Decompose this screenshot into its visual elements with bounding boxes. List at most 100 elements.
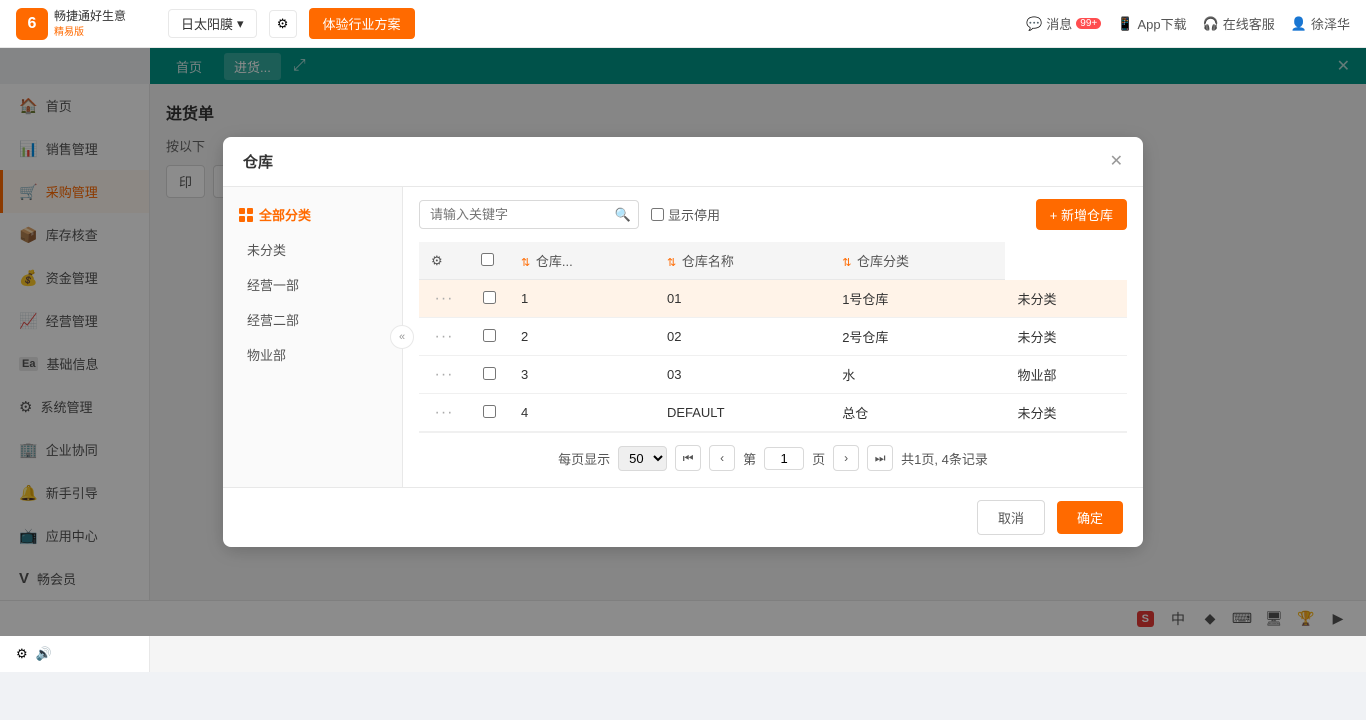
brand-badge: 精易版 (54, 23, 126, 38)
top-header: 6 畅捷通好生意 精易版 日太阳膜 ▾ ⚙ 体验行业方案 💬 消息 99+ 📱 … (0, 0, 1366, 48)
gear-icon: ⚙ (277, 16, 289, 32)
left-panel: 全部分类 未分类 经营一部 经营二部 物业部 « (223, 187, 403, 487)
grid-icon (239, 208, 253, 222)
category-item-property[interactable]: 物业部 (223, 337, 402, 372)
row-checkbox[interactable] (469, 280, 509, 318)
row-category: 未分类 (1005, 280, 1127, 318)
app-download-label: App下载 (1137, 14, 1186, 33)
show-disabled-checkbox[interactable] (651, 208, 664, 221)
th-category[interactable]: ⇅ 仓库分类 (830, 242, 1005, 280)
table-row[interactable]: ··· 3 03 水 物业部 (419, 356, 1127, 394)
row-category: 物业部 (1005, 356, 1127, 394)
all-categories-item[interactable]: 全部分类 (223, 197, 402, 232)
page-number-input[interactable] (764, 447, 804, 470)
mobile-icon: 📱 (1117, 16, 1133, 32)
pagination-bar: 每页显示 50 ⏮ ‹ 第 页 › ⏭ 共1页, 4条记录 (419, 432, 1127, 475)
modal-footer: 取消 确定 (223, 487, 1143, 547)
search-bar: 🔍 显示停用 + 新增仓库 (419, 199, 1127, 230)
row-name: 1号仓库 (830, 280, 1005, 318)
category-item-ops2[interactable]: 经营二部 (223, 302, 402, 337)
row-category: 未分类 (1005, 394, 1127, 432)
show-disabled-text: 显示停用 (668, 205, 720, 224)
header-settings-button[interactable]: ⚙ (269, 10, 297, 38)
headphone-icon: 🎧 (1203, 16, 1219, 32)
user-icon: 👤 (1291, 16, 1307, 32)
warehouse-modal: 仓库 ✕ 全部分类 未分类 经营一部 经营二部 物业部 « (223, 137, 1143, 547)
app-download-btn[interactable]: 📱 App下载 (1117, 14, 1186, 33)
logo-area: 6 畅捷通好生意 精易版 (16, 8, 156, 40)
right-panel: 🔍 显示停用 + 新增仓库 ⚙ (403, 187, 1143, 487)
row-settings[interactable]: ··· (419, 280, 469, 318)
row-checkbox[interactable] (469, 356, 509, 394)
modal-body: 全部分类 未分类 经营一部 经营二部 物业部 « 🔍 (223, 187, 1143, 487)
row-code: 03 (655, 356, 830, 394)
search-icon[interactable]: 🔍 (615, 207, 631, 223)
page-label: 第 (743, 449, 756, 468)
row-code: DEFAULT (655, 394, 830, 432)
total-label: 共1页, 4条记录 (901, 449, 988, 468)
customer-service-label: 在线客服 (1223, 14, 1275, 33)
store-name: 日太阳膜 (181, 14, 233, 33)
collapse-panel-button[interactable]: « (390, 325, 414, 349)
category-item-unclassified[interactable]: 未分类 (223, 232, 402, 267)
search-input-wrapper: 🔍 (419, 200, 639, 229)
customer-service-btn[interactable]: 🎧 在线客服 (1203, 14, 1275, 33)
trial-button[interactable]: 体验行业方案 (309, 8, 415, 39)
sidebar-bottom: ⚙ 🔊 (0, 635, 149, 672)
row-num: 3 (509, 356, 655, 394)
row-code: 01 (655, 280, 830, 318)
th-name[interactable]: ⇅ 仓库名称 (655, 242, 830, 280)
store-selector[interactable]: 日太阳膜 ▾ (168, 9, 257, 38)
row-category: 未分类 (1005, 318, 1127, 356)
modal-header: 仓库 ✕ (223, 137, 1143, 187)
table-header-row: ⚙ ⇅ 仓库... ⇅ 仓库名称 (419, 242, 1127, 280)
th-code[interactable]: ⇅ 仓库... (509, 242, 655, 280)
first-page-button[interactable]: ⏮ (675, 445, 701, 471)
modal-overlay[interactable]: 仓库 ✕ 全部分类 未分类 经营一部 经营二部 物业部 « (0, 48, 1366, 636)
table-row[interactable]: ··· 2 02 2号仓库 未分类 (419, 318, 1127, 356)
category-item-ops1[interactable]: 经营一部 (223, 267, 402, 302)
row-checkbox[interactable] (469, 318, 509, 356)
table-row[interactable]: ··· 4 DEFAULT 总仓 未分类 (419, 394, 1127, 432)
th-category-label: 仓库分类 (857, 254, 909, 269)
chevron-down-icon: ▾ (237, 16, 244, 32)
row-settings[interactable]: ··· (419, 318, 469, 356)
sort-icon-name: ⇅ (667, 257, 676, 269)
table-wrapper: ⚙ ⇅ 仓库... ⇅ 仓库名称 (419, 242, 1127, 432)
confirm-button[interactable]: 确定 (1057, 501, 1123, 534)
row-name: 2号仓库 (830, 318, 1005, 356)
add-warehouse-button[interactable]: + 新增仓库 (1036, 199, 1127, 230)
row-name: 水 (830, 356, 1005, 394)
next-page-button[interactable]: › (833, 445, 859, 471)
messages-badge: 99+ (1076, 18, 1101, 29)
app-logo-icon: 6 (16, 8, 48, 40)
messages-btn[interactable]: 💬 消息 99+ (1026, 14, 1101, 33)
show-disabled-label[interactable]: 显示停用 (651, 205, 720, 224)
user-avatar-btn[interactable]: 👤 徐泽华 (1291, 14, 1350, 33)
th-checkbox (469, 242, 509, 280)
warehouse-table: ⚙ ⇅ 仓库... ⇅ 仓库名称 (419, 242, 1127, 432)
user-name: 徐泽华 (1311, 14, 1350, 33)
per-page-select[interactable]: 50 (618, 446, 667, 471)
message-icon: 💬 (1026, 16, 1042, 32)
sidebar-settings-icon[interactable]: ⚙ (16, 646, 28, 662)
sidebar-sound-icon[interactable]: 🔊 (36, 646, 52, 662)
row-settings[interactable]: ··· (419, 394, 469, 432)
row-name: 总仓 (830, 394, 1005, 432)
prev-page-button[interactable]: ‹ (709, 445, 735, 471)
select-all-checkbox[interactable] (481, 253, 494, 266)
search-input[interactable] (419, 200, 639, 229)
cancel-button[interactable]: 取消 (977, 500, 1045, 535)
table-row[interactable]: ··· 1 01 1号仓库 未分类 (419, 280, 1127, 318)
row-code: 02 (655, 318, 830, 356)
last-page-button[interactable]: ⏭ (867, 445, 893, 471)
th-code-label: 仓库... (536, 254, 573, 269)
row-num: 1 (509, 280, 655, 318)
modal-close-button[interactable]: ✕ (1110, 154, 1123, 170)
header-right: 💬 消息 99+ 📱 App下载 🎧 在线客服 👤 徐泽华 (1026, 14, 1350, 33)
row-num: 4 (509, 394, 655, 432)
page-unit: 页 (812, 449, 825, 468)
row-checkbox[interactable] (469, 394, 509, 432)
row-settings[interactable]: ··· (419, 356, 469, 394)
brand-name: 畅捷通好生意 (54, 9, 126, 23)
